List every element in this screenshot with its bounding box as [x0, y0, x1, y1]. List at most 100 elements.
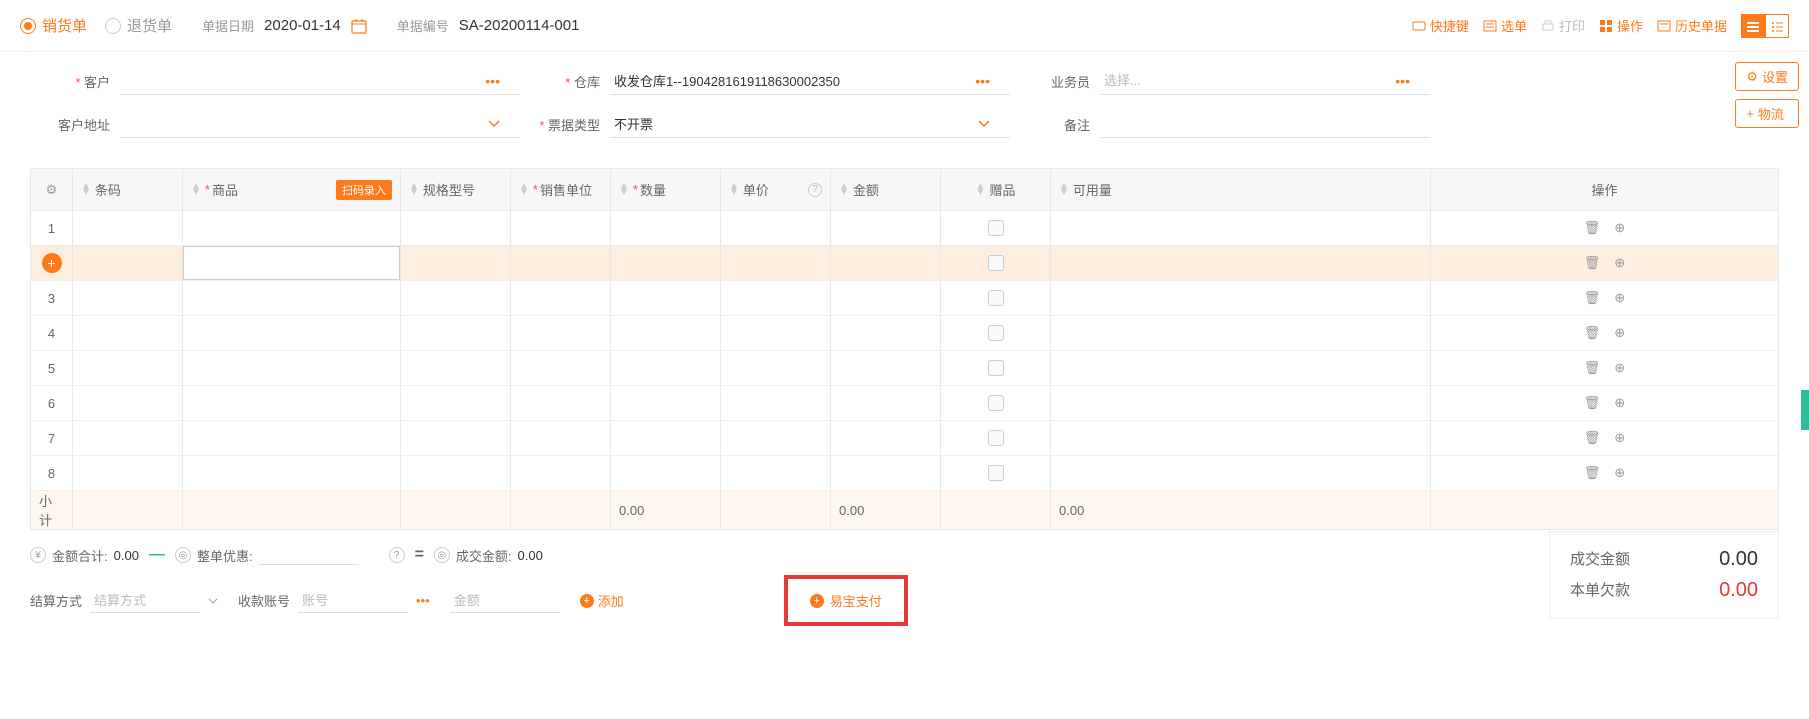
table-row[interactable]: 8🗑⊕ — [31, 456, 1778, 491]
product-input[interactable] — [183, 246, 400, 280]
address-group: 客户地址 — [30, 110, 520, 138]
gift-header[interactable]: ▲▼赠品 — [941, 169, 1051, 210]
table-row-active[interactable]: + 🗑 ⊕ — [31, 246, 1778, 281]
add-payment-button[interactable]: + 添加 — [580, 591, 624, 610]
add-row-icon[interactable]: ⊕ — [1614, 430, 1625, 446]
gear-column[interactable]: ⚙ — [31, 169, 73, 210]
select-label: 选单 — [1501, 16, 1527, 35]
delete-icon[interactable]: 🗑 — [1584, 290, 1601, 306]
delete-icon[interactable]: 🗑 — [1584, 465, 1601, 481]
add-row-icon[interactable]: ⊕ — [1614, 325, 1625, 341]
table-row[interactable]: 5🗑⊕ — [31, 351, 1778, 386]
add-label: 添加 — [598, 591, 624, 610]
add-row-icon[interactable]: ⊕ — [1614, 465, 1625, 481]
yeepay-label: 易宝支付 — [830, 591, 882, 610]
payment-amount-input[interactable] — [450, 589, 560, 613]
warehouse-group: 仓库 ••• — [520, 67, 1010, 95]
delete-icon[interactable]: 🗑 — [1584, 360, 1601, 376]
more-icon[interactable]: ••• — [485, 73, 500, 89]
invoice-input[interactable] — [610, 110, 1010, 138]
address-input[interactable] — [120, 110, 520, 138]
gift-checkbox[interactable] — [988, 430, 1004, 446]
tab-return-order[interactable]: 退货单 — [105, 15, 172, 36]
avail-header[interactable]: ▲▼可用量 — [1051, 169, 1431, 210]
logistics-button[interactable]: + 物流 — [1735, 99, 1799, 128]
add-row-icon[interactable]: ⊕ — [1614, 290, 1625, 306]
total-amount-value: 0.00 — [114, 548, 139, 563]
select-order-button[interactable]: 选单 — [1483, 16, 1527, 35]
equals-icon: = — [415, 546, 424, 564]
deal-amount-value: 0.00 — [518, 548, 543, 563]
chevron-down-icon[interactable] — [488, 120, 500, 128]
add-row-button[interactable]: + — [31, 246, 73, 280]
delete-icon[interactable]: 🗑 — [1584, 325, 1601, 341]
keyboard-icon — [1412, 19, 1426, 33]
tab-sales-order[interactable]: 销货单 — [20, 15, 87, 36]
gift-checkbox[interactable] — [988, 255, 1004, 271]
doc-number-label: 单据编号 — [397, 16, 449, 35]
warehouse-input[interactable] — [610, 67, 1010, 95]
side-handle[interactable] — [1801, 390, 1809, 430]
history-button[interactable]: 历史单据 — [1657, 16, 1727, 35]
qty-header[interactable]: ▲▼*数量 — [611, 169, 721, 210]
doc-date-field: 单据日期 2020-01-14 — [202, 16, 367, 35]
shortcut-label: 快捷键 — [1430, 16, 1469, 35]
help-icon[interactable]: ? — [389, 547, 405, 563]
calendar-icon[interactable] — [351, 18, 367, 34]
gift-checkbox[interactable] — [988, 220, 1004, 236]
more-icon[interactable]: ••• — [416, 593, 430, 608]
view-detail-button[interactable] — [1741, 14, 1765, 38]
gift-checkbox[interactable] — [988, 325, 1004, 341]
amount-header[interactable]: ▲▼金额 — [831, 169, 941, 210]
add-row-icon[interactable]: ⊕ — [1614, 360, 1625, 376]
doc-number-field: 单据编号 SA-20200114-001 — [397, 16, 580, 35]
more-icon[interactable]: ••• — [1395, 73, 1410, 89]
owe-total-row: 本单欠款 0.00 — [1570, 575, 1758, 606]
gift-checkbox[interactable] — [988, 360, 1004, 376]
more-icon[interactable]: ••• — [975, 73, 990, 89]
view-list-button[interactable] — [1765, 14, 1789, 38]
customer-input[interactable] — [120, 67, 520, 95]
print-button[interactable]: 打印 — [1541, 16, 1585, 35]
operate-button[interactable]: 操作 — [1599, 16, 1643, 35]
table-row[interactable]: 7🗑⊕ — [31, 421, 1778, 456]
chevron-down-icon[interactable] — [978, 120, 990, 128]
barcode-header[interactable]: ▲▼条码 — [73, 169, 183, 210]
grid-icon — [1599, 19, 1613, 33]
add-row-icon[interactable]: ⊕ — [1614, 395, 1625, 411]
settings-button[interactable]: ⚙ 设置 — [1735, 62, 1799, 91]
delete-icon[interactable]: 🗑 — [1584, 255, 1601, 271]
price-header[interactable]: ▲▼单价? — [721, 169, 831, 210]
history-label: 历史单据 — [1675, 16, 1727, 35]
minus-icon: — — [149, 546, 165, 564]
help-icon[interactable]: ? — [808, 183, 822, 197]
table-row[interactable]: 1 🗑⊕ — [31, 211, 1778, 246]
add-row-icon[interactable]: ⊕ — [1614, 220, 1625, 236]
salesperson-input[interactable] — [1100, 67, 1430, 95]
add-row-icon[interactable]: ⊕ — [1614, 255, 1625, 271]
shortcut-button[interactable]: 快捷键 — [1412, 16, 1469, 35]
gift-checkbox[interactable] — [988, 290, 1004, 306]
radio-icon — [105, 18, 121, 34]
yeepay-button[interactable]: + 易宝支付 — [784, 575, 908, 626]
unit-header[interactable]: ▲▼*销售单位 — [511, 169, 611, 210]
table-row[interactable]: 4🗑⊕ — [31, 316, 1778, 351]
payment-method-input[interactable] — [90, 589, 200, 613]
product-header[interactable]: ▲▼*商品扫码录入 — [183, 169, 401, 210]
customer-label: 客户 — [30, 72, 120, 91]
table-row[interactable]: 6🗑⊕ — [31, 386, 1778, 421]
delete-icon[interactable]: 🗑 — [1584, 430, 1601, 446]
gift-checkbox[interactable] — [988, 395, 1004, 411]
account-input[interactable] — [298, 589, 408, 613]
remark-input[interactable] — [1100, 110, 1430, 138]
spec-header[interactable]: ▲▼规格型号 — [401, 169, 511, 210]
delete-icon[interactable]: 🗑 — [1584, 395, 1601, 411]
gift-checkbox[interactable] — [988, 465, 1004, 481]
delete-icon[interactable]: 🗑 — [1584, 220, 1601, 236]
discount-input[interactable] — [259, 545, 359, 565]
amount-total: 0.00 — [831, 491, 941, 529]
scan-badge[interactable]: 扫码录入 — [336, 180, 392, 200]
doc-date-value[interactable]: 2020-01-14 — [264, 17, 341, 34]
chevron-down-icon[interactable] — [208, 598, 218, 604]
table-row[interactable]: 3🗑⊕ — [31, 281, 1778, 316]
